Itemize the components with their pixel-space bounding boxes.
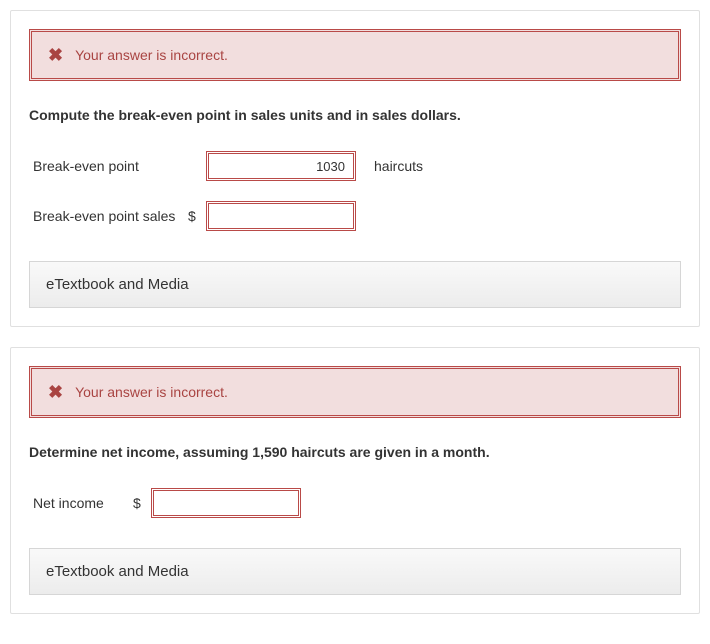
media-bar-label: eTextbook and Media [46,276,189,293]
alert-text: Your answer is incorrect. [75,384,228,400]
net-income-input[interactable] [151,488,301,518]
field-label: Net income [33,495,133,511]
question-panel-1: ✖ Your answer is incorrect. Compute the … [10,10,700,327]
break-even-units-input[interactable] [206,151,356,181]
break-even-sales-input[interactable] [206,201,356,231]
incorrect-alert: ✖ Your answer is incorrect. [29,366,681,418]
alert-text: Your answer is incorrect. [75,47,228,63]
incorrect-alert: ✖ Your answer is incorrect. [29,29,681,81]
cross-icon: ✖ [48,383,63,401]
etextbook-media-bar[interactable]: eTextbook and Media [29,548,681,595]
unit-label: haircuts [374,158,423,174]
etextbook-media-bar[interactable]: eTextbook and Media [29,261,681,308]
question-prompt: Determine net income, assuming 1,590 hai… [29,444,681,460]
break-even-units-row: Break-even point haircuts [29,151,681,181]
currency-symbol: $ [133,495,151,511]
currency-symbol: $ [188,208,206,224]
field-label: Break-even point [33,158,188,174]
break-even-sales-row: Break-even point sales $ [29,201,681,231]
net-income-row: Net income $ [29,488,681,518]
question-panel-2: ✖ Your answer is incorrect. Determine ne… [10,347,700,614]
media-bar-label: eTextbook and Media [46,563,189,580]
cross-icon: ✖ [48,46,63,64]
field-label: Break-even point sales [33,208,188,224]
question-prompt: Compute the break-even point in sales un… [29,107,681,123]
